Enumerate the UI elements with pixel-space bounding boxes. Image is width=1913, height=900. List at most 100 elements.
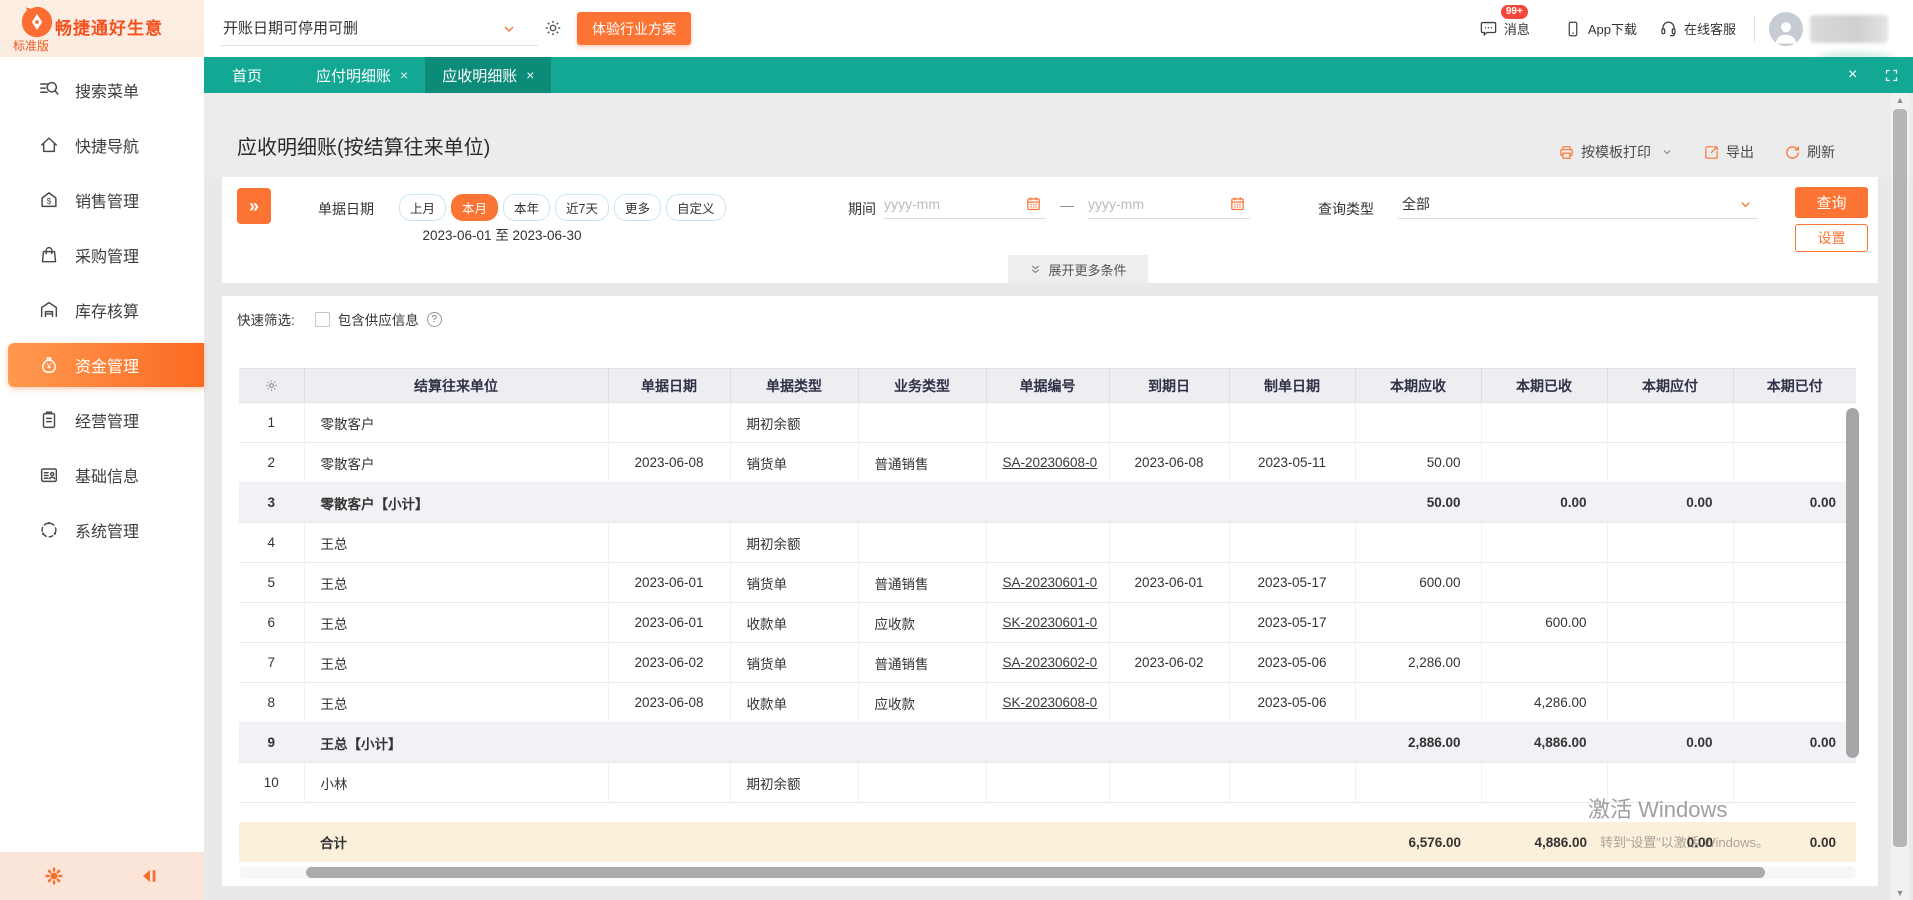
- column-header-到期日[interactable]: 到期日: [1109, 368, 1230, 403]
- doc-number-link[interactable]: SA-20230602-0: [1003, 655, 1098, 670]
- include-supplier-checkbox[interactable]: [314, 311, 330, 327]
- table-cell: [730, 722, 859, 763]
- table-vertical-scrollbar[interactable]: [1846, 408, 1859, 758]
- sidebar-item-system-mgmt[interactable]: 系统管理: [0, 508, 204, 552]
- messages-button[interactable]: 消息 99+: [1479, 5, 1530, 38]
- calendar-icon[interactable]: [1229, 195, 1246, 212]
- gear-icon[interactable]: [543, 18, 563, 38]
- total-cell: [608, 822, 730, 862]
- table-cell: 期初余额: [730, 762, 859, 803]
- column-header-结算往来单位[interactable]: 结算往来单位: [304, 368, 609, 403]
- range-pill-自定义[interactable]: 自定义: [666, 194, 726, 221]
- table-cell: 王总: [304, 602, 609, 643]
- calendar-icon[interactable]: [1025, 195, 1042, 212]
- column-header-单据类型[interactable]: 单据类型: [730, 368, 859, 403]
- online-support-button[interactable]: 在线客服: [1659, 19, 1736, 38]
- tab-应收明细账[interactable]: 应收明细账 ×: [425, 57, 552, 93]
- range-pill-近7天[interactable]: 近7天: [555, 194, 609, 221]
- sidebar-item-sales-mgmt[interactable]: $ 销售管理: [0, 178, 204, 222]
- period-end-input[interactable]: [1088, 195, 1218, 212]
- account-book-select[interactable]: 开账日期可停用可删: [223, 17, 358, 38]
- sidebar-collapse-icon[interactable]: [138, 865, 160, 887]
- avatar[interactable]: [1769, 11, 1803, 46]
- column-header-本期应付[interactable]: 本期应付: [1607, 368, 1734, 403]
- tab-首页[interactable]: 首页: [215, 57, 279, 93]
- table-cell: 零散客户【小计】: [304, 482, 609, 523]
- tab-close-icon[interactable]: ×: [526, 68, 534, 82]
- doc-number-link[interactable]: SA-20230601-0: [1003, 575, 1098, 590]
- doc-number-cell: SK-20230601-0: [986, 602, 1110, 643]
- table-horizontal-scrollbar[interactable]: [306, 867, 1765, 878]
- range-pill-本月[interactable]: 本月: [451, 194, 499, 221]
- settings-button[interactable]: 设置: [1795, 224, 1868, 252]
- trial-plan-button[interactable]: 体验行业方案: [577, 12, 691, 45]
- sidebar-settings-gear-icon[interactable]: [44, 866, 64, 886]
- column-header-单据编号[interactable]: 单据编号: [986, 368, 1110, 403]
- table-horizontal-scrollbar-track: [239, 866, 1856, 879]
- sidebar-item-label: 销售管理: [75, 194, 140, 211]
- brand-name: 畅捷通好生意: [55, 19, 163, 38]
- tab-close-icon[interactable]: ×: [400, 68, 408, 82]
- expand-more-conditions-button[interactable]: 展开更多条件: [1008, 255, 1148, 283]
- sidebar-item-funds-mgmt[interactable]: ¥ 资金管理: [8, 343, 204, 387]
- phone-icon: [1564, 20, 1582, 38]
- sidebar-item-base-info[interactable]: 基础信息: [0, 453, 204, 497]
- refresh-button[interactable]: 刷新: [1784, 142, 1835, 162]
- expand-sidebar-panel-icon[interactable]: »: [237, 188, 271, 224]
- sidebar-item-inventory-accounting[interactable]: 库存核算: [0, 288, 204, 332]
- table-cell: 应收款: [858, 602, 987, 643]
- period-start-input[interactable]: [884, 195, 1014, 212]
- table-cell: [1481, 442, 1608, 483]
- scroll-up-arrow-icon[interactable]: ▲: [1891, 95, 1909, 105]
- tab-应付明细账[interactable]: 应付明细账 ×: [299, 57, 425, 93]
- quick-range-pills: 上月 本月 本年 近7天 更多 自定义: [399, 194, 726, 221]
- column-header-制单日期[interactable]: 制单日期: [1229, 368, 1356, 403]
- table-cell: 600.00: [1355, 562, 1482, 603]
- doc-number-link[interactable]: SA-20230608-0: [1003, 455, 1098, 470]
- table-cell: [1355, 762, 1482, 803]
- refresh-icon: [1784, 144, 1801, 161]
- sidebar-item-purchase-mgmt[interactable]: 采购管理: [0, 233, 204, 277]
- sidebar-item-search-menu[interactable]: 搜索菜单: [0, 68, 204, 112]
- filter-panel: » 单据日期 上月 本月 本年 近7天 更多 自定义 2023-06-01 至 2023-…: [222, 177, 1878, 283]
- close-all-icon[interactable]: ×: [1848, 57, 1857, 93]
- query-type-select[interactable]: 全部: [1398, 189, 1758, 219]
- gear-icon: [239, 378, 304, 393]
- search-button[interactable]: 查询: [1795, 187, 1868, 218]
- column-header-业务类型[interactable]: 业务类型: [858, 368, 987, 403]
- table-cell: [1355, 602, 1482, 643]
- export-button[interactable]: 导出: [1703, 142, 1754, 162]
- table-cell: [1607, 642, 1734, 683]
- table-cell: 2023-06-01: [608, 602, 731, 643]
- table-cell: 2: [239, 442, 305, 483]
- column-settings-header[interactable]: [239, 368, 305, 403]
- table-cell: 10: [239, 762, 305, 803]
- column-header-本期应收[interactable]: 本期应收: [1355, 368, 1482, 403]
- chevron-down-icon[interactable]: [501, 21, 517, 37]
- table-cell: 2,286.00: [1355, 642, 1482, 683]
- query-type-value: 全部: [1402, 196, 1430, 212]
- column-header-单据日期[interactable]: 单据日期: [608, 368, 731, 403]
- page-scrollbar[interactable]: ▲ ▼: [1891, 93, 1909, 900]
- table-cell: [1733, 762, 1856, 803]
- total-cell: 4,886.00: [1481, 822, 1607, 862]
- page-scrollbar-thumb[interactable]: [1893, 109, 1907, 847]
- print-by-template-button[interactable]: 按模板打印: [1558, 142, 1673, 162]
- column-header-本期已付[interactable]: 本期已付: [1733, 368, 1856, 403]
- sidebar-item-operations-mgmt[interactable]: 经营管理: [0, 398, 204, 442]
- help-icon[interactable]: ?: [426, 311, 442, 327]
- chevron-down-icon[interactable]: [1661, 146, 1673, 158]
- column-header-本期已收[interactable]: 本期已收: [1481, 368, 1608, 403]
- range-pill-更多[interactable]: 更多: [614, 194, 662, 221]
- range-pill-上月[interactable]: 上月: [399, 194, 447, 221]
- sidebar-item-quick-nav[interactable]: 快捷导航: [0, 123, 204, 167]
- table-cell: 2023-05-17: [1229, 602, 1356, 643]
- doc-number-link[interactable]: SK-20230601-0: [1003, 615, 1098, 630]
- sidebar-item-label: 库存核算: [75, 304, 140, 321]
- app-download-button[interactable]: App下载: [1564, 19, 1637, 38]
- range-pill-本年[interactable]: 本年: [503, 194, 551, 221]
- table-row: 10 小林 期初余额: [239, 762, 1856, 803]
- scroll-down-arrow-icon[interactable]: ▼: [1891, 888, 1909, 898]
- fullscreen-icon[interactable]: [1884, 57, 1899, 93]
- doc-number-link[interactable]: SK-20230608-0: [1003, 695, 1098, 710]
